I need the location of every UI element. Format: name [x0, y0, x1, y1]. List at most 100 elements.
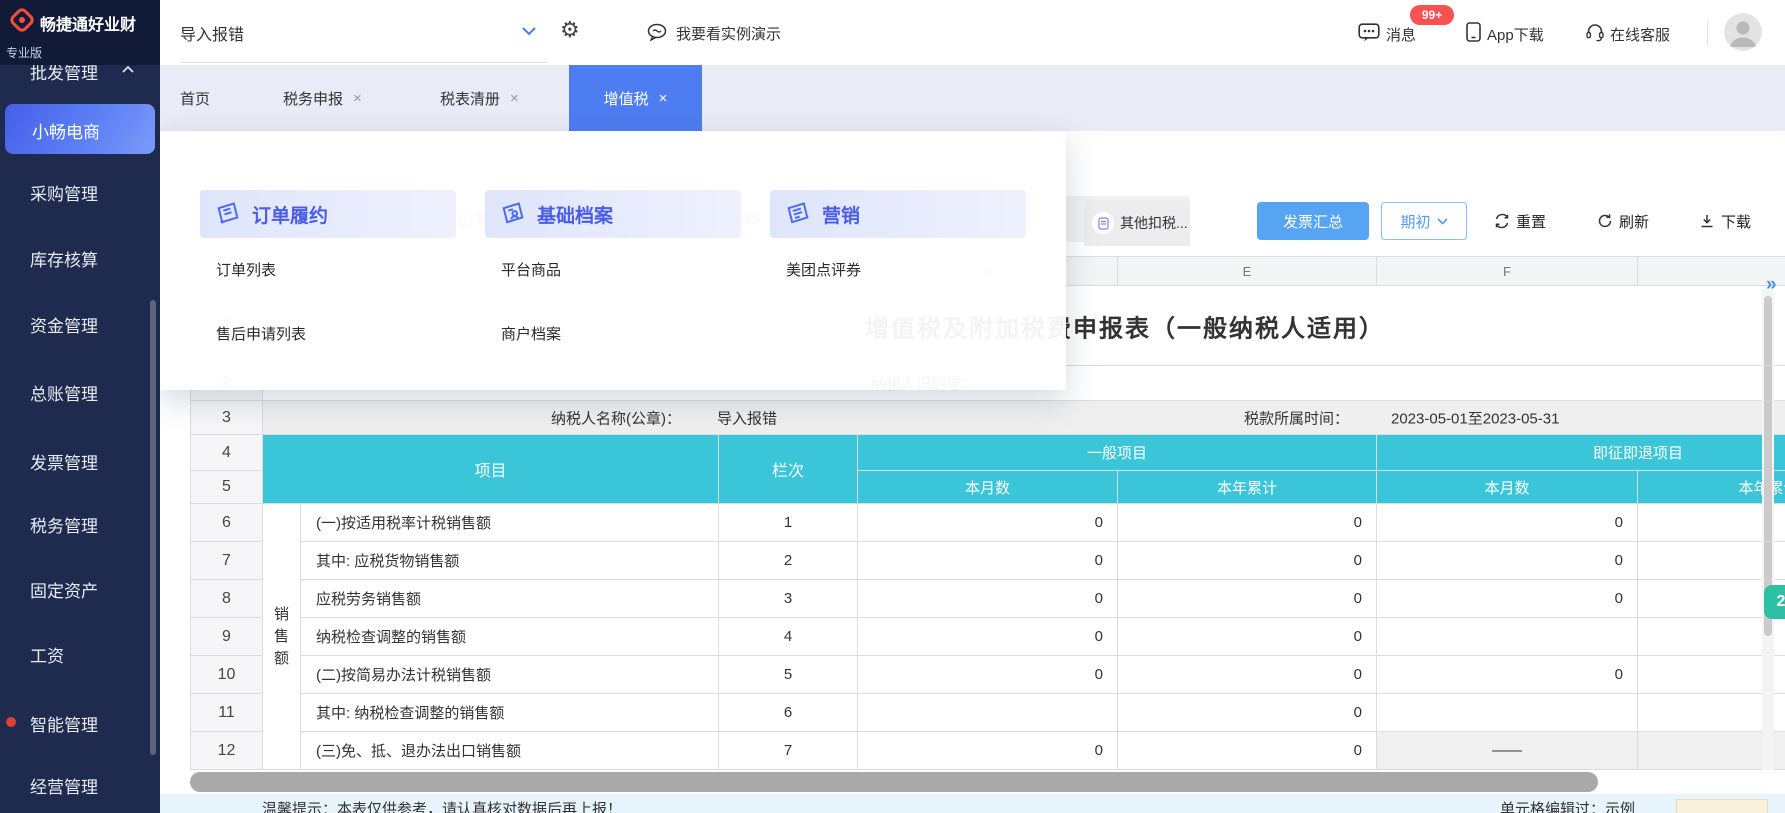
project-cell: (二)按简易办法计税销售额 — [300, 655, 719, 694]
helper-badge[interactable]: 2 — [1764, 585, 1785, 619]
close-icon[interactable]: × — [659, 90, 668, 107]
value-cell[interactable]: 0 — [1117, 617, 1377, 656]
project-cell: 应税劳务销售额 — [300, 579, 719, 618]
footer-hint: 温馨提示：本表仅供参考，请认真核对数据后再上报！ — [262, 801, 623, 813]
sidebar-item-fixed-assets[interactable]: 固定资产 — [0, 577, 160, 601]
row-number: 9 — [190, 617, 263, 656]
sidebar-item-label: 经营管理 — [30, 778, 98, 797]
value-cell[interactable]: 0 — [1376, 541, 1638, 580]
reset-label: 重置 — [1516, 213, 1547, 231]
table-row: 10 (二)按简易办法计税销售额 5 0 0 0 — [190, 655, 1785, 694]
value-cell[interactable] — [857, 693, 1118, 732]
project-cell: (三)免、抵、退办法出口销售额 — [300, 731, 719, 770]
column-letter-g[interactable] — [1637, 256, 1785, 286]
expand-columns-icon[interactable]: » — [1766, 274, 1777, 296]
project-cell: (一)按适用税率计税销售额 — [300, 503, 719, 542]
value-cell[interactable]: 0 — [1376, 503, 1638, 542]
online-service-link[interactable]: 在线客服 — [1610, 24, 1670, 45]
value-cell[interactable]: 0 — [1117, 579, 1377, 618]
tab-tax-register[interactable]: 税表清册 × — [440, 65, 519, 131]
doc-circle-icon — [1092, 212, 1114, 234]
menu-group-order: 订单履约 — [200, 190, 456, 238]
value-cell[interactable] — [1376, 617, 1638, 656]
menu-item-aftersale-list[interactable]: 售后申请列表 — [216, 323, 306, 344]
value-cell[interactable]: 0 — [1117, 655, 1377, 694]
opening-period-button[interactable]: 期初 — [1381, 202, 1467, 240]
sidebar-item-tax[interactable]: 税务管理 — [0, 512, 160, 536]
value-cell[interactable]: 0 — [1117, 503, 1377, 542]
messages-count-badge: 99+ — [1410, 5, 1454, 25]
sidebar-item-label: 工资 — [30, 647, 64, 666]
tab-label: 税务申报 — [283, 90, 344, 108]
value-cell[interactable]: 0 — [857, 541, 1118, 580]
sidebar-item-label: 固定资产 — [30, 582, 98, 601]
message-icon[interactable] — [1358, 23, 1380, 42]
download-button[interactable]: 下载 — [1699, 202, 1751, 240]
headset-icon — [1586, 24, 1604, 42]
refresh-icon — [1598, 214, 1612, 228]
header-row-groups: 4 项目 栏次 一般项目 即征即退项目 — [190, 434, 1785, 504]
sidebar-item-ecommerce-active[interactable]: 小畅电商 — [5, 104, 155, 154]
notification-dot — [6, 717, 16, 727]
ecommerce-mega-menu: 订单履约 基础档案 营销 订单列表 售后申请列表 平台商品 商户档案 美团点评券 — [160, 131, 1066, 390]
value-cell[interactable]: 0 — [1376, 655, 1638, 694]
value-cell[interactable] — [1376, 693, 1638, 732]
chevron-down-icon[interactable] — [522, 27, 536, 36]
sidebar-item-smart-management[interactable]: 智能管理 — [0, 711, 160, 735]
sidebar-item-purchase[interactable]: 采购管理 — [0, 180, 160, 204]
refresh-button[interactable]: 刷新 — [1597, 202, 1649, 240]
tab-tax-declaration[interactable]: 税务申报 × — [283, 65, 362, 131]
value-cell[interactable]: 0 — [857, 655, 1118, 694]
column-letter-e[interactable]: E — [1117, 256, 1377, 286]
company-selector[interactable]: 导入报错 — [180, 21, 244, 45]
invoice-summary-button[interactable]: 发票汇总 — [1257, 202, 1369, 240]
header-line: 栏次 — [718, 434, 858, 504]
marketing-icon — [787, 202, 809, 224]
gear-icon[interactable]: ⚙ — [560, 17, 580, 43]
subtab-other-tax-active[interactable]: 其他扣税... — [1084, 200, 1190, 246]
messages-link[interactable]: 消息 — [1386, 24, 1416, 45]
row-number: 11 — [190, 693, 263, 732]
sidebar-item-invoice[interactable]: 发票管理 — [0, 449, 160, 473]
column-letter-f[interactable]: F — [1376, 256, 1638, 286]
menu-group-title: 基础档案 — [537, 205, 614, 227]
value-cell[interactable]: 0 — [857, 579, 1118, 618]
edited-cell-legend: 单元格编辑过：示例 — [1500, 801, 1636, 813]
value-cell[interactable]: 0 — [1117, 731, 1377, 770]
sidebar-item-label: 库存核算 — [30, 251, 98, 270]
tab-home[interactable]: 首页 — [180, 65, 210, 131]
close-icon[interactable]: × — [353, 90, 362, 107]
sidebar-scrollbar[interactable] — [150, 300, 156, 755]
app-download-link[interactable]: App下载 — [1487, 24, 1544, 45]
horizontal-scrollbar[interactable] — [190, 772, 1598, 792]
avatar[interactable] — [1724, 13, 1762, 51]
sidebar-item-label: 税务管理 — [30, 517, 98, 536]
value-cell[interactable]: 0 — [1376, 579, 1638, 618]
sidebar-item-ledger[interactable]: 总账管理 — [0, 380, 160, 404]
menu-item-merchant-archive[interactable]: 商户档案 — [501, 323, 561, 344]
menu-item-order-list[interactable]: 订单列表 — [216, 259, 276, 280]
menu-item-platform-goods[interactable]: 平台商品 — [501, 259, 561, 280]
tab-bar: 首页 税务申报 × 税表清册 × 增值税 × — [160, 65, 1785, 131]
logo-block: 畅捷通好业财 专业版 — [0, 0, 160, 65]
value-cell[interactable]: 0 — [1117, 541, 1377, 580]
phone-icon — [1466, 22, 1481, 42]
value-cell[interactable]: 0 — [857, 731, 1118, 770]
value-cell[interactable]: 0 — [857, 503, 1118, 542]
tax-period-label: 税款所属时间： — [1244, 410, 1350, 427]
sidebar-item-funds[interactable]: 资金管理 — [0, 312, 160, 336]
sidebar-item-inventory[interactable]: 库存核算 — [0, 246, 160, 270]
project-cell: 其中: 纳税检查调整的销售额 — [300, 693, 719, 732]
close-icon[interactable]: × — [510, 90, 519, 107]
tab-vat-active[interactable]: 增值税 × — [569, 65, 702, 131]
row-number: 5 — [190, 470, 263, 504]
demo-link[interactable]: 我要看实例演示 — [676, 23, 781, 44]
menu-item-meituan-coupon[interactable]: 美团点评券 — [786, 259, 861, 280]
chevron-down-icon — [1436, 217, 1448, 225]
reset-button[interactable]: 重置 — [1494, 202, 1546, 240]
sidebar-item-payroll[interactable]: 工资 — [0, 642, 160, 666]
sidebar-item-business-management[interactable]: 经营管理 — [0, 773, 160, 797]
header-refund-group: 即征即退项目 — [1376, 434, 1785, 471]
value-cell[interactable]: 0 — [1117, 693, 1377, 732]
value-cell[interactable]: 0 — [857, 617, 1118, 656]
